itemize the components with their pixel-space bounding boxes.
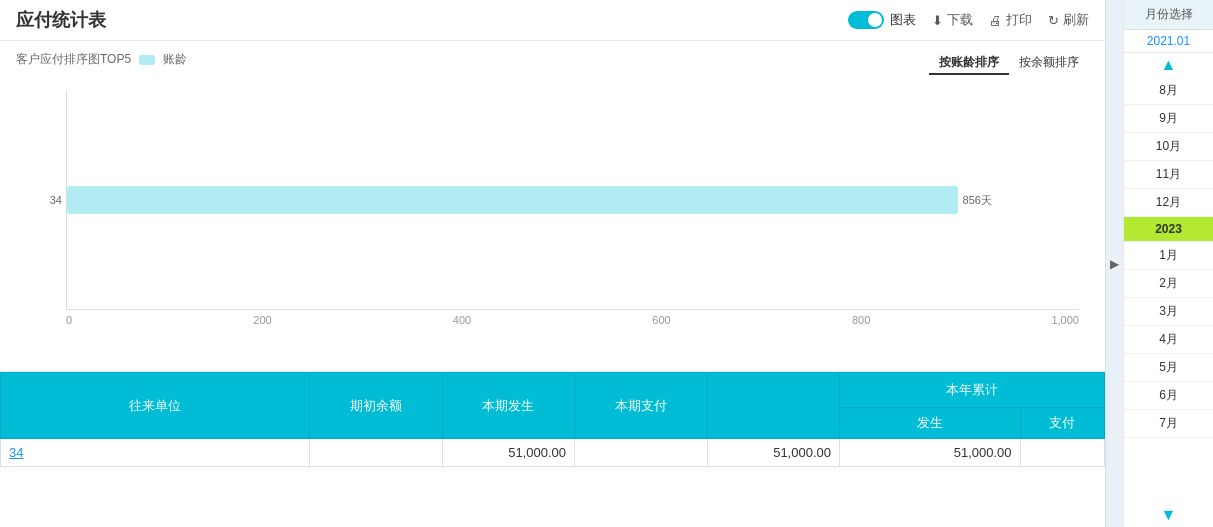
legend-age-label: 账龄 [163,51,187,68]
sidebar-item-4[interactable]: 4月 [1124,326,1213,354]
page-header: 应付统计表 图表 ⬇ 下载 🖨 打印 ↻ 刷新 [0,0,1105,41]
col-unit: 往来单位 [1,373,310,439]
col-balance [707,373,839,439]
col-current-occur: 本期发生 [442,373,574,439]
col-year-occur: 发生 [840,408,1021,439]
sidebar-item-8[interactable]: 8月 [1124,77,1213,105]
download-icon: ⬇ [932,13,943,28]
x-label-1000: 1,000 [1051,314,1079,326]
unit-link[interactable]: 34 [9,445,23,460]
chart-section: 客户应付排序图TOP5 账龄 按账龄排序 按余额排序 34 856天 [0,41,1105,370]
table-section: 往来单位 期初余额 本期发生 本期支付 本年累计 发生 支付 34 [0,372,1105,527]
refresh-button[interactable]: ↻ 刷新 [1048,11,1089,29]
chart-bar: 34 856天 [67,186,958,214]
x-label-800: 800 [852,314,870,326]
year-input[interactable] [1124,30,1213,53]
download-label: 下载 [947,11,973,29]
x-label-400: 400 [453,314,471,326]
sort-tab-balance[interactable]: 按余额排序 [1009,52,1089,75]
sidebar-year-2023[interactable]: 2023 [1124,217,1213,242]
download-button[interactable]: ⬇ 下载 [932,11,973,29]
x-label-0: 0 [66,314,72,326]
col-current-pay: 本期支付 [575,373,707,439]
legend-color [139,55,155,65]
up-icon: ▲ [1161,56,1177,74]
cell-year-pay [1020,439,1104,467]
chart-toggle-wrap: 图表 [848,11,916,29]
collapse-icon: ▶ [1110,257,1119,271]
sidebar-item-1[interactable]: 1月 [1124,242,1213,270]
chart-toggle[interactable] [848,11,884,29]
sidebar-item-2[interactable]: 2月 [1124,270,1213,298]
sidebar-item-12[interactable]: 12月 [1124,189,1213,217]
chart-bar-area: 34 856天 [66,90,1079,310]
bar-label-left: 34 [50,194,62,206]
x-label-600: 600 [652,314,670,326]
sidebar-item-9[interactable]: 9月 [1124,105,1213,133]
print-button[interactable]: 🖨 打印 [989,11,1032,29]
chart-legend: 客户应付排序图TOP5 账龄 [16,51,187,68]
page-title: 应付统计表 [16,8,106,32]
legend-text: 客户应付排序图TOP5 [16,51,131,68]
header-actions: 图表 ⬇ 下载 🖨 打印 ↻ 刷新 [848,11,1089,29]
sidebar-item-10[interactable]: 10月 [1124,133,1213,161]
sort-tabs: 按账龄排序 按余额排序 [929,52,1089,75]
refresh-icon: ↻ [1048,13,1059,28]
sidebar: 月份选择 ▲ 8月 9月 10月 11月 12月 2023 1月 2月 3月 4… [1123,0,1213,527]
chart-legend-row: 客户应付排序图TOP5 账龄 按账龄排序 按余额排序 [16,51,1089,76]
print-label: 打印 [1006,11,1032,29]
down-icon: ▼ [1161,506,1177,524]
cell-current-occur: 51,000.00 [442,439,574,467]
refresh-label: 刷新 [1063,11,1089,29]
sort-tab-age[interactable]: 按账龄排序 [929,52,1009,75]
month-down-button[interactable]: ▼ [1124,503,1213,527]
sidebar-header: 月份选择 [1124,0,1213,30]
data-table: 往来单位 期初余额 本期发生 本期支付 本年累计 发生 支付 34 [0,372,1105,467]
collapse-button[interactable]: ▶ [1105,0,1123,527]
print-icon: 🖨 [989,13,1002,28]
sidebar-item-5[interactable]: 5月 [1124,354,1213,382]
x-label-200: 200 [253,314,271,326]
month-up-button[interactable]: ▲ [1124,53,1213,77]
sidebar-item-6[interactable]: 6月 [1124,382,1213,410]
bar-label-right: 856天 [963,192,992,207]
cell-current-pay [575,439,707,467]
sidebar-item-3[interactable]: 3月 [1124,298,1213,326]
table-row: 34 51,000.00 51,000.00 51,000.00 [1,439,1105,467]
x-axis: 0 200 400 600 800 1,000 [66,314,1079,326]
cell-unit: 34 [1,439,310,467]
sidebar-months: 8月 9月 10月 11月 12月 2023 1月 2月 3月 4月 5月 6月… [1124,77,1213,503]
cell-opening [310,439,442,467]
col-group-year: 本年累计 [840,373,1105,408]
sidebar-item-7[interactable]: 7月 [1124,410,1213,438]
cell-balance: 51,000.00 [707,439,839,467]
cell-year-occur: 51,000.00 [840,439,1021,467]
sidebar-item-11[interactable]: 11月 [1124,161,1213,189]
col-opening: 期初余额 [310,373,442,439]
chart-wrap: 34 856天 0 200 400 600 800 1,000 [16,80,1089,360]
col-year-pay: 支付 [1020,408,1104,439]
chart-toggle-label: 图表 [890,11,916,29]
